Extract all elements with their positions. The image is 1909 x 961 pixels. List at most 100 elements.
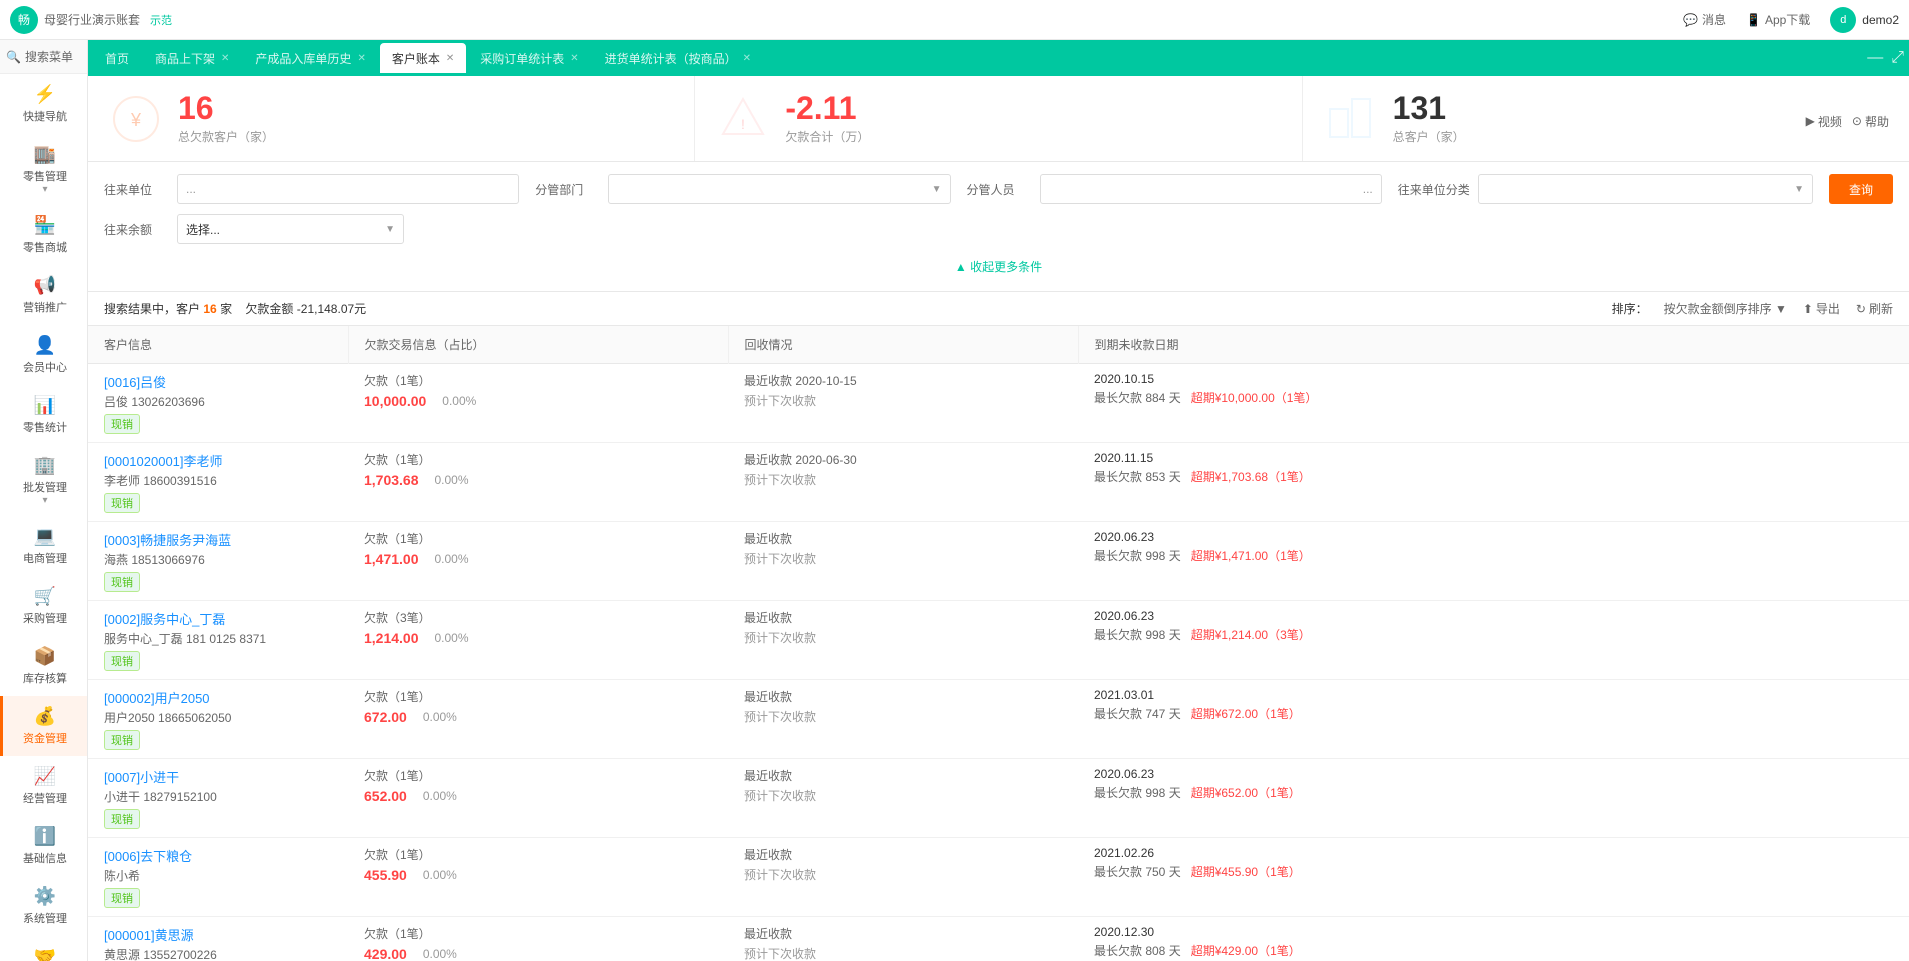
cell-duedate-6: 2021.02.26 最长欠款 750 天 超期¥455.90（1笔）	[1078, 838, 1909, 917]
source-unit-input[interactable]: ...	[177, 174, 519, 204]
sidebar-item-retail-mall[interactable]: 🏪 零售商城	[0, 205, 87, 265]
tab-inbound[interactable]: 进货单统计表（按商品） ✕	[593, 43, 763, 73]
cell-recovery-7: 最近收款 预计下次收款	[728, 917, 1078, 961]
customer-name-link-5[interactable]: [0007]小进干	[104, 767, 332, 786]
person-input[interactable]: ...	[1040, 174, 1382, 204]
dept-select[interactable]: ▼	[608, 174, 950, 204]
overdue-link-7[interactable]: 超期¥429.00（1笔）	[1191, 944, 1301, 958]
sort-label: 排序：	[1612, 300, 1648, 317]
cell-customer-0: [0016]吕俊 吕俊 13026203696 现销	[88, 364, 348, 443]
customer-contact-1: 李老师 18600391516	[104, 472, 332, 489]
tab-production[interactable]: 产成品入库单历史 ✕	[243, 43, 377, 73]
tab-account[interactable]: 客户账本 ✕	[380, 43, 466, 73]
sidebar-item-enterprise[interactable]: 🤝 企业协同	[0, 936, 87, 961]
tab-maximize-icon[interactable]: ⤢	[1891, 49, 1904, 67]
sidebar-item-marketing[interactable]: 📢 营销推广	[0, 265, 87, 325]
sidebar-label-purchase: 采购管理	[23, 610, 67, 626]
overdue-link-5[interactable]: 超期¥652.00（1笔）	[1191, 786, 1301, 800]
tab-purchase[interactable]: 采购订单统计表 ✕	[468, 43, 590, 73]
query-button[interactable]: 查询	[1829, 174, 1893, 204]
overdue-days-2: 最长欠款 998 天 超期¥1,471.00（1笔）	[1094, 547, 1893, 564]
sidebar-item-retail-mgmt[interactable]: 🏬 零售管理 ▾	[0, 134, 87, 205]
top-bar-left: 畅 母婴行业演示账套 示范	[10, 6, 172, 34]
message-icon: 💬	[1683, 13, 1698, 27]
overdue-link-0[interactable]: 超期¥10,000.00（1笔）	[1191, 391, 1318, 405]
table-row: [000001]黄思源 黄思源 13552700226 现销 欠款（1笔） 42…	[88, 917, 1909, 961]
customer-badge-2: 现销	[104, 572, 140, 592]
debt-amount-7[interactable]: 429.00	[364, 946, 407, 961]
tab-products-close[interactable]: ✕	[221, 53, 229, 64]
cell-customer-7: [000001]黄思源 黄思源 13552700226 现销	[88, 917, 348, 961]
debt-amount-2[interactable]: 1,471.00	[364, 551, 419, 567]
overdue-link-1[interactable]: 超期¥1,703.68（1笔）	[1191, 470, 1311, 484]
collapse-btn[interactable]: ▲ 收起更多条件	[104, 254, 1893, 279]
results-actions: 排序： 按欠款金额倒序排序 ▼ ⬆ 导出 ↻ 刷新	[1612, 300, 1893, 317]
user-area[interactable]: d demo2	[1830, 7, 1899, 33]
sidebar-item-finance[interactable]: 💰 资金管理	[0, 696, 87, 756]
tab-home[interactable]: 首页	[93, 43, 141, 73]
retail-mgmt-icon: 🏬	[34, 144, 56, 165]
next-collection-1: 预计下次收款	[744, 471, 1062, 488]
sidebar-item-operations[interactable]: 📈 经营管理	[0, 756, 87, 816]
sidebar-item-system[interactable]: ⚙️ 系统管理	[0, 876, 87, 936]
sidebar-item-members[interactable]: 👤 会员中心	[0, 325, 87, 385]
svg-text:¥: ¥	[129, 110, 141, 130]
customer-name-link-0[interactable]: [0016]吕俊	[104, 372, 332, 391]
tab-account-close[interactable]: ✕	[446, 53, 454, 64]
debt-amount-4[interactable]: 672.00	[364, 709, 407, 725]
results-amount-value: -21,148.07元	[297, 302, 366, 316]
overdue-link-2[interactable]: 超期¥1,471.00（1笔）	[1191, 549, 1311, 563]
purchase-icon: 🛒	[34, 586, 56, 607]
customer-name-link-3[interactable]: [0002]服务中心_丁磊	[104, 609, 332, 628]
filter-source-unit: 往来单位 ...	[104, 174, 519, 204]
balance-select[interactable]: 选择... ▼	[177, 214, 404, 244]
overdue-days-4: 最长欠款 747 天 超期¥672.00（1笔）	[1094, 705, 1893, 722]
tab-production-close[interactable]: ✕	[357, 53, 365, 64]
tab-inbound-close[interactable]: ✕	[743, 53, 751, 64]
sidebar-item-retail-stats[interactable]: 📊 零售统计	[0, 385, 87, 445]
customer-contact-5: 小进干 18279152100	[104, 788, 332, 805]
cell-recovery-2: 最近收款 预计下次收款	[728, 522, 1078, 601]
customer-name-link-7[interactable]: [000001]黄思源	[104, 925, 332, 944]
customer-name-link-6[interactable]: [0006]去下粮仓	[104, 846, 332, 865]
customer-name-link-2[interactable]: [0003]畅捷服务尹海蓝	[104, 530, 332, 549]
debt-amount-3[interactable]: 1,214.00	[364, 630, 419, 646]
tab-minimize-icon[interactable]: —	[1867, 49, 1883, 67]
customer-name-link-1[interactable]: [0001020001]李老师	[104, 451, 332, 470]
sidebar-item-inventory[interactable]: 📦 库存核算	[0, 636, 87, 696]
sidebar-search-label: 搜索菜单	[25, 48, 73, 65]
video-btn[interactable]: ▶ 视频	[1806, 113, 1842, 130]
results-amount-label: 欠款金额	[245, 302, 293, 316]
debt-amount-5[interactable]: 652.00	[364, 788, 407, 804]
latest-collection-5: 最近收款	[744, 767, 1062, 784]
sort-select[interactable]: 按欠款金额倒序排序 ▼	[1664, 300, 1787, 317]
cell-customer-5: [0007]小进干 小进干 18279152100 现销	[88, 759, 348, 838]
overdue-link-4[interactable]: 超期¥672.00（1笔）	[1191, 707, 1301, 721]
tab-purchase-close[interactable]: ✕	[570, 53, 578, 64]
debt-amount-6[interactable]: 455.90	[364, 867, 407, 883]
sidebar-item-quick-nav[interactable]: ⚡ 快捷导航	[0, 74, 87, 134]
sidebar-search[interactable]: 🔍 搜索菜单	[0, 40, 87, 74]
debt-count-4: 欠款（1笔）	[364, 688, 712, 705]
debt-amount-0[interactable]: 10,000.00	[364, 393, 426, 409]
sidebar-item-basic-info[interactable]: ℹ️ 基础信息	[0, 816, 87, 876]
overdue-link-3[interactable]: 超期¥1,214.00（3笔）	[1191, 628, 1311, 642]
overdue-link-6[interactable]: 超期¥455.90（1笔）	[1191, 865, 1301, 879]
help-btn[interactable]: ⊙ 帮助	[1852, 113, 1889, 130]
sidebar-item-ecommerce[interactable]: 💻 电商管理	[0, 516, 87, 576]
customer-name-link-4[interactable]: [000002]用户2050	[104, 688, 332, 707]
sidebar-item-wholesale[interactable]: 🏢 批发管理 ▾	[0, 445, 87, 516]
app-download-btn[interactable]: 📱 App下载	[1746, 11, 1810, 28]
refresh-btn[interactable]: ↻ 刷新	[1856, 300, 1893, 317]
overdue-days-6: 最长欠款 750 天 超期¥455.90（1笔）	[1094, 863, 1893, 880]
debt-count-0: 欠款（1笔）	[364, 372, 712, 389]
customer-info-0: [0016]吕俊 吕俊 13026203696 现销	[104, 372, 332, 434]
message-btn[interactable]: 💬 消息	[1683, 11, 1726, 28]
tab-products[interactable]: 商品上下架 ✕	[143, 43, 241, 73]
debt-amount-1[interactable]: 1,703.68	[364, 472, 419, 488]
brand-tagline[interactable]: 示范	[150, 12, 172, 28]
filter-dept-label: 分管部门	[535, 181, 600, 198]
export-btn[interactable]: ⬆ 导出	[1803, 300, 1840, 317]
unit-category-select[interactable]: ▼	[1478, 174, 1813, 204]
sidebar-item-purchase[interactable]: 🛒 采购管理	[0, 576, 87, 636]
